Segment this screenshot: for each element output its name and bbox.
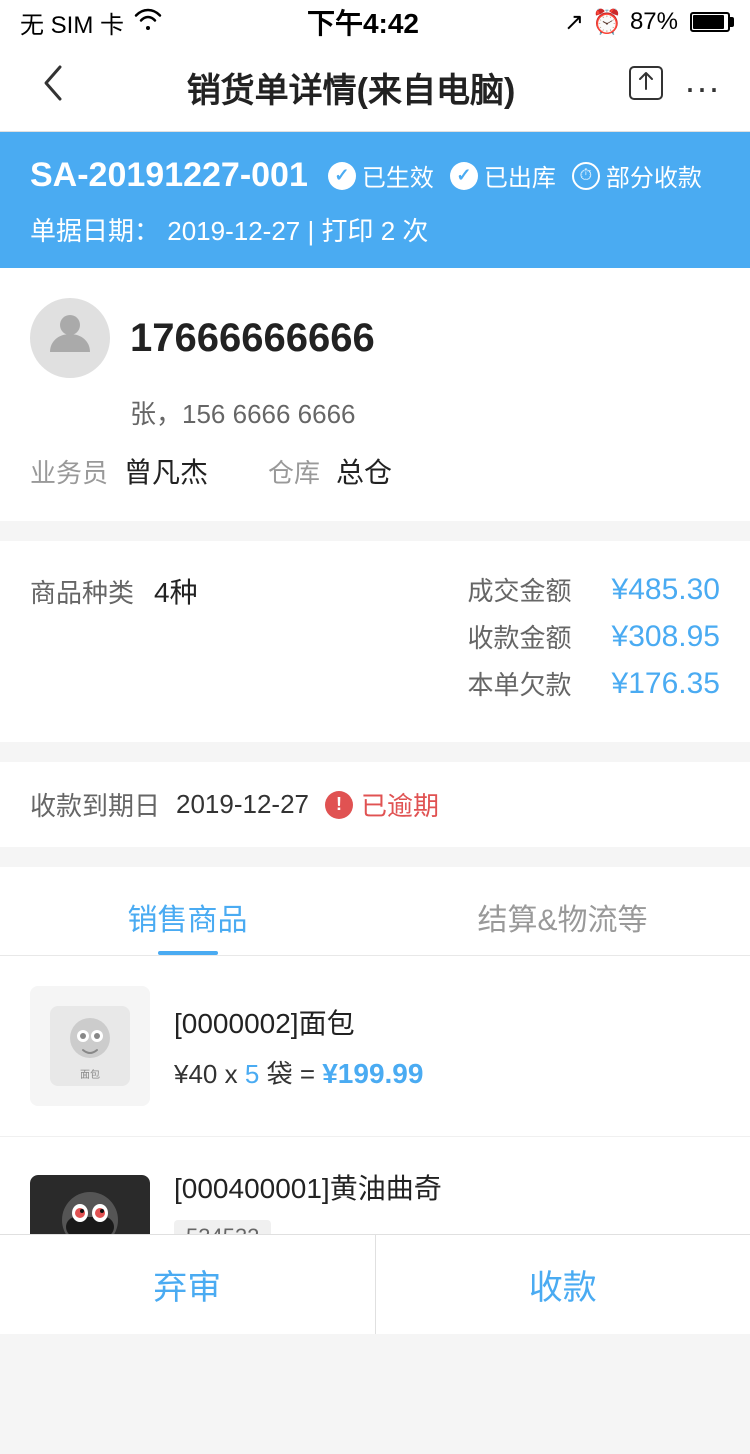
staff-detail: 业务员 曾凡杰 [30,451,208,491]
location-icon: ↗ [564,8,584,37]
collect-payment-button[interactable]: 收款 [376,1235,750,1334]
product-item: 面包 [0000002]面包 ¥40 x 5 袋 = ¥199.99 [0,956,750,1137]
product-count-area: 商品种类 4种 [30,571,198,617]
overdue-badge: ! 已逾期 [325,786,439,823]
customer-details: 业务员 曾凡杰 仓库 总仓 [30,451,720,491]
clock-icon: ⏱ [572,162,600,190]
bottom-action-bar: 弃审 收款 [0,1234,750,1334]
tabs-section: 销售商品 结算&物流等 [0,867,750,956]
carrier-text: 无 SIM 卡 [20,5,124,40]
status-badge-partial: ⏱ 部分收款 [572,158,702,193]
page-title: 销货单详情(来自电脑) [187,63,516,112]
amount-area: 成交金额 ¥485.30 收款金额 ¥308.95 本单欠款 ¥176.35 [468,571,720,712]
tab-settlement[interactable]: 结算&物流等 [375,867,750,955]
order-date-info: 单据日期： 2019-12-27 | 打印 2 次 [30,211,720,248]
product-thumbnail-1: 面包 [30,986,150,1106]
stats-section: 商品种类 4种 成交金额 ¥485.30 收款金额 ¥308.95 本单欠款 ¥… [0,541,750,742]
product-price-1: ¥40 x 5 袋 = ¥199.99 [174,1054,720,1091]
customer-section: 17666666666 张，156 6666 6666 业务员 曾凡杰 仓库 总… [0,268,750,521]
battery-icon [690,12,730,32]
customer-name: 张，156 6666 6666 [130,394,720,431]
tabs-row: 销售商品 结算&物流等 [0,867,750,955]
owed-amount-row: 本单欠款 ¥176.35 [468,665,720,702]
product-qty-1: 5 [245,1059,259,1089]
warning-icon: ! [325,791,353,819]
nav-bar: 销货单详情(来自电脑) ··· [0,44,750,132]
battery-percent: 87% [630,8,678,36]
status-carrier: 无 SIM 卡 [20,5,162,40]
status-time: 下午4:42 [307,2,419,42]
alarm-icon: ⏰ [592,8,622,37]
status-badges: ✓ 已生效 ✓ 已出库 ⏱ 部分收款 [328,158,702,193]
product-name-1: [0000002]面包 [174,1002,720,1042]
bread-icon: 面包 [30,986,150,1106]
order-id: SA-20191227-001 [30,156,308,195]
cancel-review-button[interactable]: 弃审 [0,1235,376,1334]
deal-amount-row: 成交金额 ¥485.30 [468,571,720,608]
collected-amount-row: 收款金额 ¥308.95 [468,618,720,655]
svg-text:面包: 面包 [80,1068,100,1081]
share-icon[interactable] [628,65,664,110]
tab-sales-products[interactable]: 销售商品 [0,867,375,955]
status-bar: 无 SIM 卡 下午4:42 ↗ ⏰ 87% [0,0,750,44]
avatar [30,298,110,378]
status-badge-effective: ✓ 已生效 [328,158,434,193]
more-icon[interactable]: ··· [684,67,720,109]
wifi-icon [134,8,162,37]
order-header-banner: SA-20191227-001 ✓ 已生效 ✓ 已出库 ⏱ 部分收款 单据日期：… [0,132,750,268]
customer-phone: 17666666666 [130,316,375,361]
check-icon-2: ✓ [450,162,478,190]
product-name-2: [000400001]黄油曲奇 [174,1167,720,1207]
product-info-1: [0000002]面包 ¥40 x 5 袋 = ¥199.99 [174,1002,720,1091]
status-indicators: ↗ ⏰ 87% [564,8,730,37]
product-total-1: ¥199.99 [322,1058,423,1089]
nav-actions: ··· [628,65,720,110]
warehouse-detail: 仓库 总仓 [268,451,392,491]
back-button[interactable] [30,53,74,122]
check-icon-1: ✓ [328,162,356,190]
overdue-section: 收款到期日 2019-12-27 ! 已逾期 [0,762,750,847]
status-badge-shipped: ✓ 已出库 [450,158,556,193]
user-icon [45,307,95,369]
